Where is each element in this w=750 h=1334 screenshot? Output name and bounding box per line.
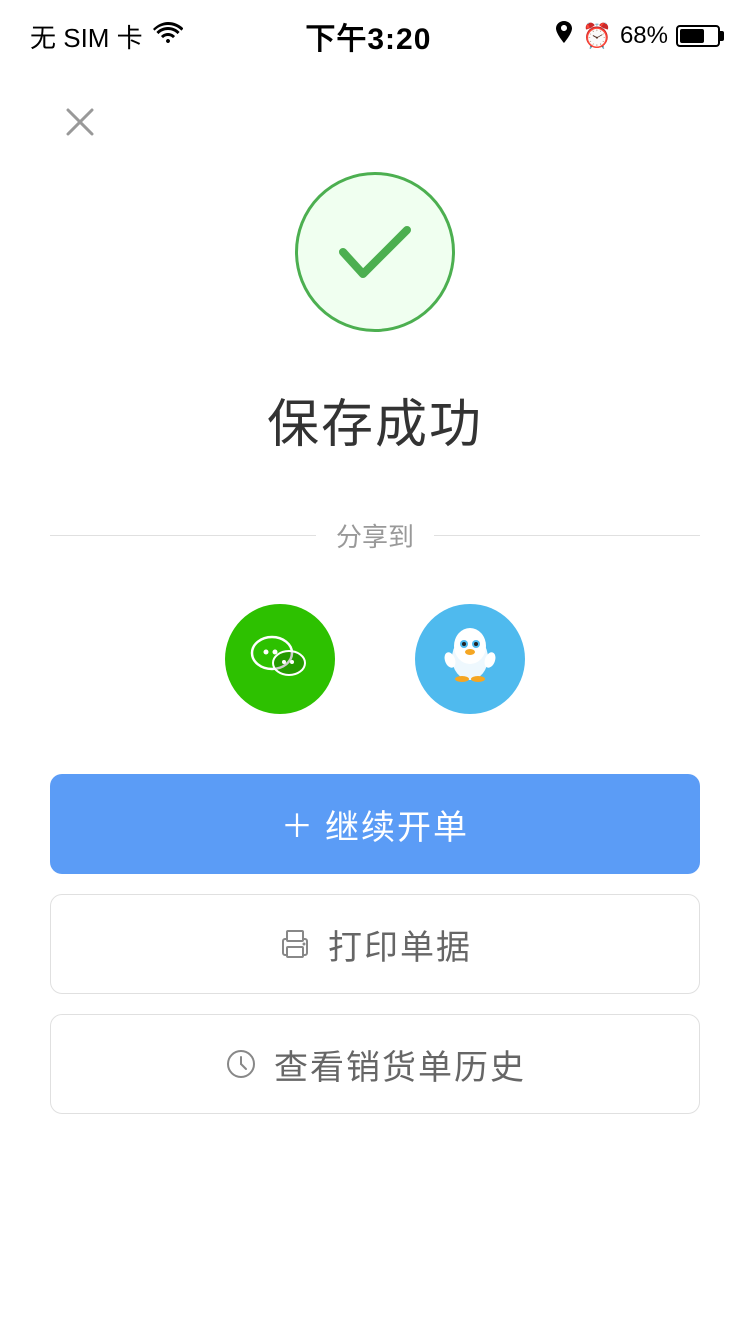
share-divider: 分享到: [50, 517, 700, 554]
page-content: 保存成功 分享到: [0, 72, 750, 1114]
history-button[interactable]: 查看销货单历史: [50, 1014, 700, 1114]
share-section: 分享到: [50, 517, 700, 714]
time-display: 下午3:20: [305, 14, 431, 58]
history-label: 查看销货单历史: [274, 1040, 526, 1089]
location-icon: [554, 21, 574, 52]
status-right: ⏰ 68%: [554, 21, 720, 52]
success-title: 保存成功: [267, 382, 483, 457]
continue-order-button[interactable]: ＋ 继续开单: [50, 774, 700, 874]
divider-left: [50, 535, 316, 536]
close-button[interactable]: [50, 92, 110, 152]
plus-icon: ＋: [281, 801, 315, 847]
qq-share-button[interactable]: [415, 604, 525, 714]
print-label: 打印单据: [328, 920, 472, 969]
wechat-share-button[interactable]: [225, 604, 335, 714]
success-circle: [295, 172, 455, 332]
battery-text: 68%: [620, 22, 668, 50]
alarm-icon: ⏰: [582, 22, 612, 51]
printer-icon: [278, 927, 312, 961]
print-button[interactable]: 打印单据: [50, 894, 700, 994]
action-buttons: ＋ 继续开单 打印单据 查看销货单历史: [50, 774, 700, 1114]
continue-order-label: 继续开单: [325, 800, 469, 849]
divider-right: [434, 535, 700, 536]
share-icons-row: [50, 604, 700, 714]
status-bar: 无 SIM 卡 下午3:20 ⏰ 68%: [0, 0, 750, 72]
share-label: 分享到: [316, 517, 434, 554]
status-left: 无 SIM 卡: [30, 18, 183, 55]
history-icon: [224, 1047, 258, 1081]
battery-indicator: [676, 25, 720, 47]
wifi-icon: [153, 22, 183, 51]
carrier-text: 无 SIM 卡: [30, 18, 143, 55]
success-area: 保存成功: [50, 172, 700, 457]
